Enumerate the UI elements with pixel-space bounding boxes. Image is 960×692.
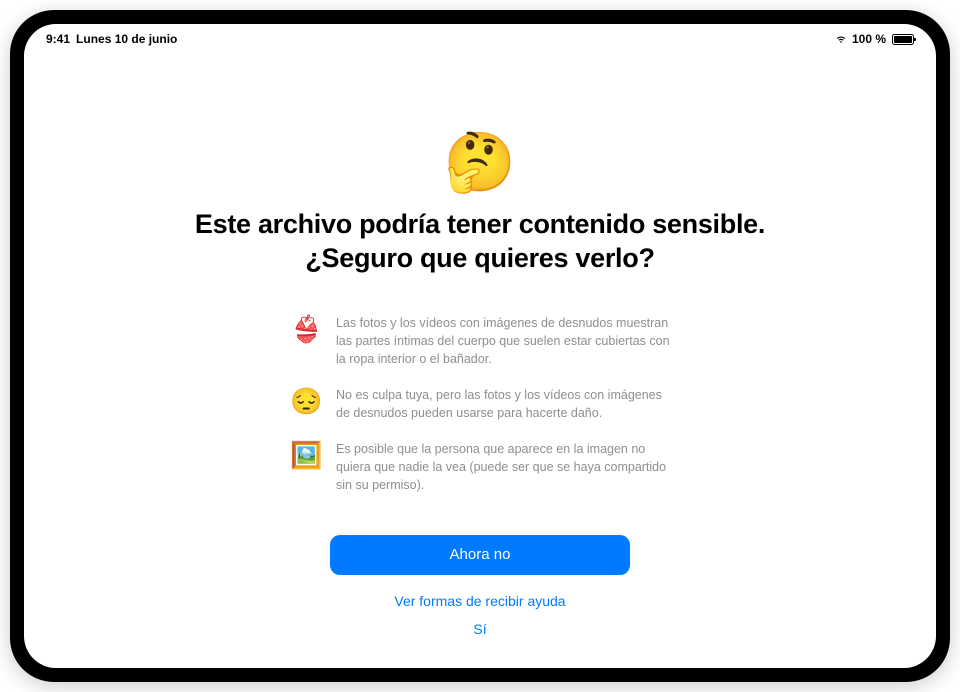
info-item: 👙 Las fotos y los vídeos con imágenes de… (290, 314, 670, 368)
thinking-face-icon: 🤔 (444, 134, 516, 192)
battery-percentage: 100 % (852, 32, 886, 46)
sad-face-icon: 😔 (290, 388, 320, 414)
status-bar-right: 100 % (834, 32, 914, 46)
battery-fill (894, 36, 912, 43)
sensitive-content-dialog: 🤔 Este archivo podría tener contenido se… (24, 24, 936, 668)
info-text: Las fotos y los vídeos con imágenes de d… (336, 314, 670, 368)
not-now-button[interactable]: Ahora no (330, 535, 630, 575)
framed-picture-icon: 🖼️ (290, 442, 320, 468)
title-line-2: ¿Seguro que quieres verlo? (305, 243, 654, 273)
yes-link[interactable]: Sí (473, 615, 486, 643)
screen: 9:41 Lunes 10 de junio 100 % 🤔 Este arch… (24, 24, 936, 668)
swimwear-icon: 👙 (290, 316, 320, 342)
title-line-1: Este archivo podría tener contenido sens… (195, 209, 765, 239)
info-item: 🖼️ Es posible que la persona que aparece… (290, 440, 670, 494)
dialog-title: Este archivo podría tener contenido sens… (195, 208, 765, 276)
battery-icon (892, 34, 914, 45)
status-date: Lunes 10 de junio (76, 32, 177, 46)
info-text: Es posible que la persona que aparece en… (336, 440, 670, 494)
status-bar-left: 9:41 Lunes 10 de junio (46, 32, 177, 46)
wifi-icon (834, 34, 848, 44)
ipad-device-frame: 9:41 Lunes 10 de junio 100 % 🤔 Este arch… (10, 10, 950, 682)
get-help-link[interactable]: Ver formas de recibir ayuda (394, 587, 565, 615)
status-time: 9:41 (46, 32, 70, 46)
status-bar: 9:41 Lunes 10 de junio 100 % (24, 24, 936, 48)
info-item: 😔 No es culpa tuya, pero las fotos y los… (290, 386, 670, 422)
info-list: 👙 Las fotos y los vídeos con imágenes de… (290, 314, 670, 513)
info-text: No es culpa tuya, pero las fotos y los v… (336, 386, 670, 422)
